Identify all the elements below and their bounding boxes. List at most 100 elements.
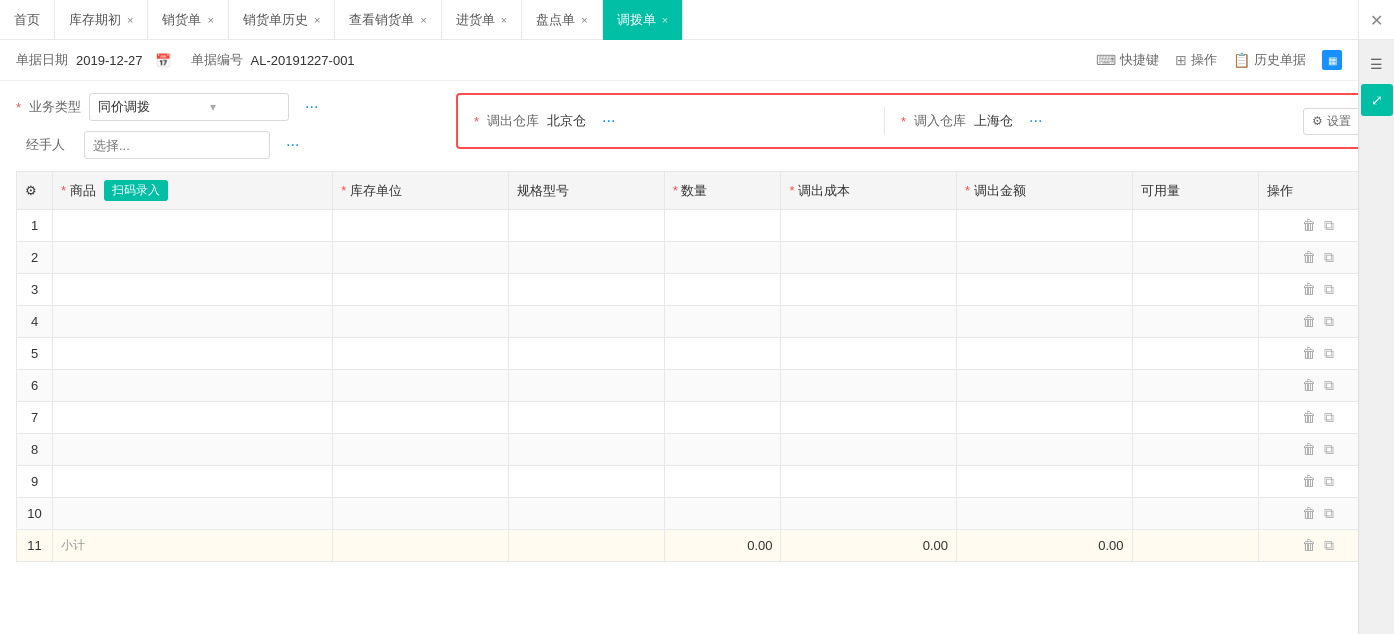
row-unit-6[interactable]: [333, 370, 509, 402]
row-spec-7[interactable]: [508, 402, 664, 434]
row-spec-5[interactable]: [508, 338, 664, 370]
tab-sales-order-close[interactable]: ×: [207, 14, 213, 26]
copy-icon-7[interactable]: ⧉: [1324, 409, 1334, 425]
row-product-7[interactable]: [53, 402, 333, 434]
row-qty-5[interactable]: [664, 338, 781, 370]
handler-input[interactable]: [84, 131, 270, 159]
row-amount-1[interactable]: [957, 210, 1133, 242]
row-unit-5[interactable]: [333, 338, 509, 370]
trash-icon-9[interactable]: 🗑: [1302, 473, 1316, 489]
row-cost-2[interactable]: [781, 242, 957, 274]
row-cost-3[interactable]: [781, 274, 957, 306]
tab-sales-history[interactable]: 销货单历史 ×: [229, 0, 335, 40]
sidebar-expand-btn[interactable]: ⤢: [1361, 84, 1393, 116]
tab-inventory-init-close[interactable]: ×: [127, 14, 133, 26]
trash-icon-5[interactable]: 🗑: [1302, 345, 1316, 361]
row-cost-4[interactable]: [781, 306, 957, 338]
row-qty-4[interactable]: [664, 306, 781, 338]
copy-icon-5[interactable]: ⧉: [1324, 345, 1334, 361]
row-amount-9[interactable]: [957, 466, 1133, 498]
trash-icon-7[interactable]: 🗑: [1302, 409, 1316, 425]
trash-icon-3[interactable]: 🗑: [1302, 281, 1316, 297]
copy-icon-6[interactable]: ⧉: [1324, 377, 1334, 393]
row-product-6[interactable]: [53, 370, 333, 402]
row-unit-8[interactable]: [333, 434, 509, 466]
tab-purchase[interactable]: 进货单 ×: [442, 0, 522, 40]
tab-view-sales-close[interactable]: ×: [420, 14, 426, 26]
row-unit-3[interactable]: [333, 274, 509, 306]
row-product-3[interactable]: [53, 274, 333, 306]
close-all-tabs[interactable]: ✕: [1358, 0, 1394, 40]
operations-button[interactable]: ⊞ 操作: [1175, 51, 1217, 69]
settings-button[interactable]: ⚙ 设置: [1303, 108, 1360, 135]
row-qty-10[interactable]: [664, 498, 781, 530]
col-header-gear[interactable]: ⚙: [17, 172, 53, 210]
trash-icon-4[interactable]: 🗑: [1302, 313, 1316, 329]
row-spec-8[interactable]: [508, 434, 664, 466]
tab-inventory-init[interactable]: 库存期初 ×: [55, 0, 148, 40]
row-amount-10[interactable]: [957, 498, 1133, 530]
row-spec-1[interactable]: [508, 210, 664, 242]
trash-icon-6[interactable]: 🗑: [1302, 377, 1316, 393]
transfer-out-more[interactable]: ···: [602, 112, 615, 130]
row-spec-2[interactable]: [508, 242, 664, 274]
row-cost-9[interactable]: [781, 466, 957, 498]
row-cost-5[interactable]: [781, 338, 957, 370]
row-product-10[interactable]: [53, 498, 333, 530]
tab-home[interactable]: 首页: [0, 0, 55, 40]
copy-icon-4[interactable]: ⧉: [1324, 313, 1334, 329]
row-qty-7[interactable]: [664, 402, 781, 434]
row-cost-6[interactable]: [781, 370, 957, 402]
tab-transfer[interactable]: 调拨单 ×: [603, 0, 683, 40]
row-unit-1[interactable]: [333, 210, 509, 242]
row-product-5[interactable]: [53, 338, 333, 370]
row-spec-6[interactable]: [508, 370, 664, 402]
trash-icon-2[interactable]: 🗑: [1302, 249, 1316, 265]
row-qty-9[interactable]: [664, 466, 781, 498]
row-spec-10[interactable]: [508, 498, 664, 530]
row-unit-7[interactable]: [333, 402, 509, 434]
tab-sales-order[interactable]: 销货单 ×: [148, 0, 228, 40]
row-amount-2[interactable]: [957, 242, 1133, 274]
row-unit-4[interactable]: [333, 306, 509, 338]
row-qty-6[interactable]: [664, 370, 781, 402]
trash-icon-8[interactable]: 🗑: [1302, 441, 1316, 457]
row-unit-10[interactable]: [333, 498, 509, 530]
row-amount-8[interactable]: [957, 434, 1133, 466]
row-cost-7[interactable]: [781, 402, 957, 434]
scan-entry-button[interactable]: 扫码录入: [104, 180, 168, 201]
copy-icon-2[interactable]: ⧉: [1324, 249, 1334, 265]
row-cost-10[interactable]: [781, 498, 957, 530]
tab-inventory-check[interactable]: 盘点单 ×: [522, 0, 602, 40]
row-product-1[interactable]: [53, 210, 333, 242]
row-spec-3[interactable]: [508, 274, 664, 306]
copy-icon-3[interactable]: ⧉: [1324, 281, 1334, 297]
copy-icon-11[interactable]: ⧉: [1324, 537, 1334, 553]
business-type-dropdown[interactable]: 同价调拨 ▾: [89, 93, 289, 121]
row-spec-4[interactable]: [508, 306, 664, 338]
handler-more[interactable]: ···: [286, 136, 299, 154]
tab-transfer-close[interactable]: ×: [662, 14, 668, 26]
tab-view-sales[interactable]: 查看销货单 ×: [335, 0, 441, 40]
sidebar-list-btn[interactable]: ☰: [1361, 48, 1393, 80]
calendar-icon[interactable]: 📅: [155, 53, 171, 68]
row-amount-4[interactable]: [957, 306, 1133, 338]
row-unit-9[interactable]: [333, 466, 509, 498]
copy-icon-8[interactable]: ⧉: [1324, 441, 1334, 457]
tab-sales-history-close[interactable]: ×: [314, 14, 320, 26]
row-amount-5[interactable]: [957, 338, 1133, 370]
tab-purchase-close[interactable]: ×: [501, 14, 507, 26]
tab-inventory-check-close[interactable]: ×: [581, 14, 587, 26]
row-product-2[interactable]: [53, 242, 333, 274]
row-unit-2[interactable]: [333, 242, 509, 274]
row-qty-2[interactable]: [664, 242, 781, 274]
copy-icon-1[interactable]: ⧉: [1324, 217, 1334, 233]
row-qty-1[interactable]: [664, 210, 781, 242]
row-product-11[interactable]: 小计: [53, 530, 333, 562]
history-button[interactable]: 📋 历史单据: [1233, 51, 1306, 69]
business-type-more[interactable]: ···: [305, 98, 318, 116]
row-amount-6[interactable]: [957, 370, 1133, 402]
trash-icon-1[interactable]: 🗑: [1302, 217, 1316, 233]
trash-icon-11[interactable]: 🗑: [1302, 537, 1316, 553]
row-cost-8[interactable]: [781, 434, 957, 466]
